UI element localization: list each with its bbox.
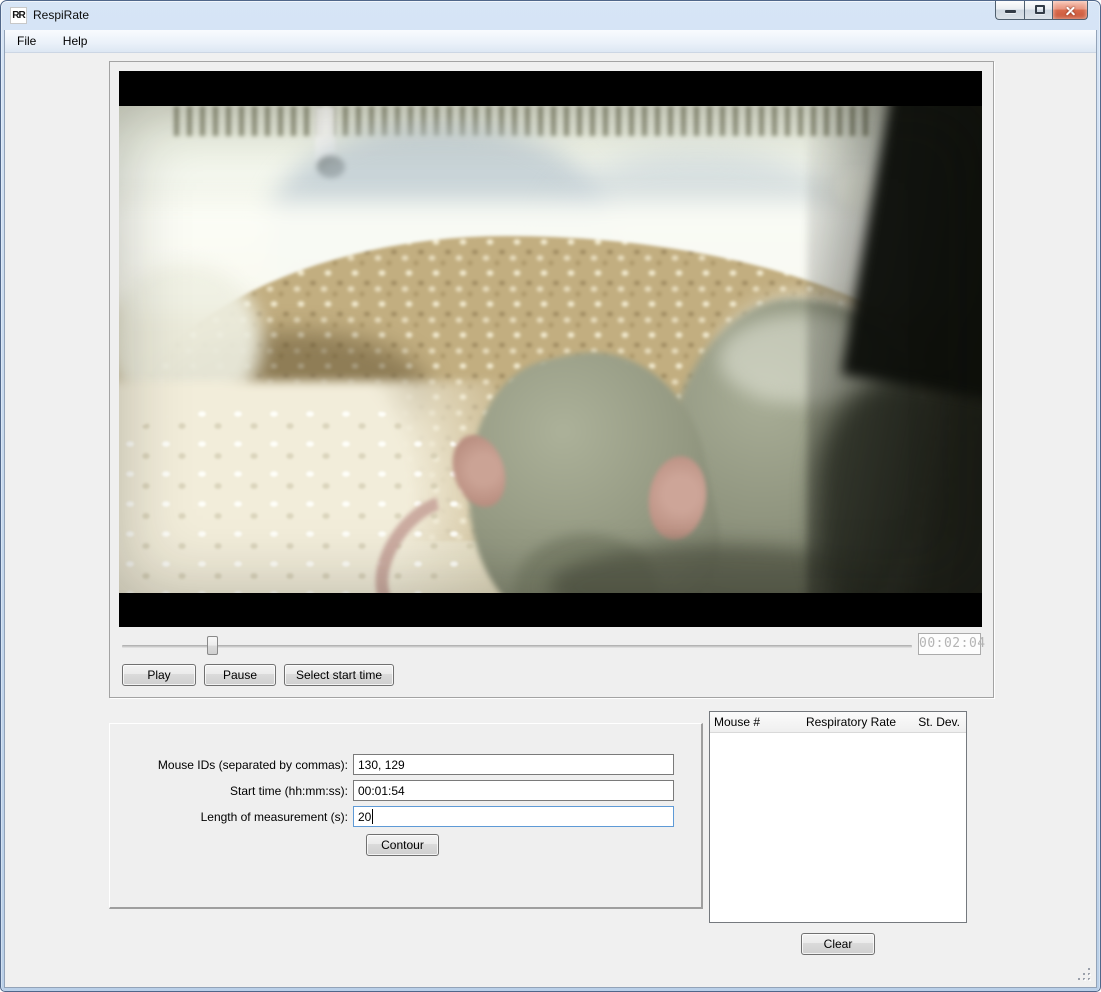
close-icon <box>1065 5 1076 16</box>
measurement-length-label: Length of measurement (s): <box>200 810 348 824</box>
vignette <box>119 106 982 593</box>
play-button[interactable]: Play <box>122 664 196 686</box>
close-button[interactable] <box>1053 1 1088 20</box>
letterbox-top <box>119 71 982 106</box>
results-table-header: Mouse # Respiratory Rate St. Dev. <box>710 712 966 733</box>
window-title: RespiRate <box>33 8 90 22</box>
start-time-label: Start time (hh:mm:ss): <box>229 784 348 798</box>
time-display: 00:02:04 <box>918 633 985 655</box>
select-start-time-button[interactable]: Select start time <box>284 664 394 686</box>
menu-help[interactable]: Help <box>53 30 98 52</box>
menu-bar: File Help <box>5 30 1096 53</box>
measurement-length-field-wrap <box>353 806 674 827</box>
column-mouse-number: Mouse # <box>714 715 761 729</box>
mouse-ids-input[interactable] <box>353 754 674 775</box>
maximize-button[interactable] <box>1024 1 1053 20</box>
text-caret <box>372 809 373 824</box>
column-st-dev: St. Dev. <box>918 715 960 729</box>
app-icon: RR <box>10 7 27 24</box>
titlebar[interactable]: RR RespiRate <box>1 1 1100 30</box>
minimize-button[interactable] <box>995 1 1024 20</box>
resize-grip[interactable] <box>1076 966 1092 982</box>
column-respiratory-rate: Respiratory Rate <box>805 715 897 729</box>
measurement-form-panel: Mouse IDs (separated by commas): Start t… <box>109 723 703 909</box>
resize-grip-icon <box>1078 968 1091 981</box>
window-controls <box>995 1 1088 20</box>
maximize-icon <box>1035 5 1045 14</box>
time-display-value: 00:02:04 <box>919 636 986 651</box>
clear-button[interactable]: Clear <box>801 933 875 955</box>
pause-button[interactable]: Pause <box>204 664 276 686</box>
slider-handle[interactable] <box>207 636 218 655</box>
contour-button[interactable]: Contour <box>366 834 439 856</box>
results-table-body <box>710 733 966 922</box>
menu-file[interactable]: File <box>7 30 46 52</box>
slider-groove[interactable] <box>122 645 912 648</box>
minimize-icon <box>1005 10 1016 13</box>
app-icon-label: RR <box>12 10 25 21</box>
video-display <box>119 71 982 627</box>
mouse-ids-label: Mouse IDs (separated by commas): <box>157 758 348 772</box>
video-panel: 00:02:04 Play Pause Select start time <box>109 61 994 698</box>
app-window: RR RespiRate File Help 00:02:04 Play Pau… <box>0 0 1101 992</box>
start-time-field-wrap <box>353 780 674 801</box>
measurement-length-input[interactable] <box>353 806 674 827</box>
start-time-input[interactable] <box>353 780 674 801</box>
results-table: Mouse # Respiratory Rate St. Dev. <box>709 711 967 923</box>
video-photo <box>119 106 982 593</box>
video-position-slider[interactable] <box>122 627 922 657</box>
mouse-ids-field-wrap <box>353 754 674 775</box>
letterbox-bottom <box>119 593 982 627</box>
